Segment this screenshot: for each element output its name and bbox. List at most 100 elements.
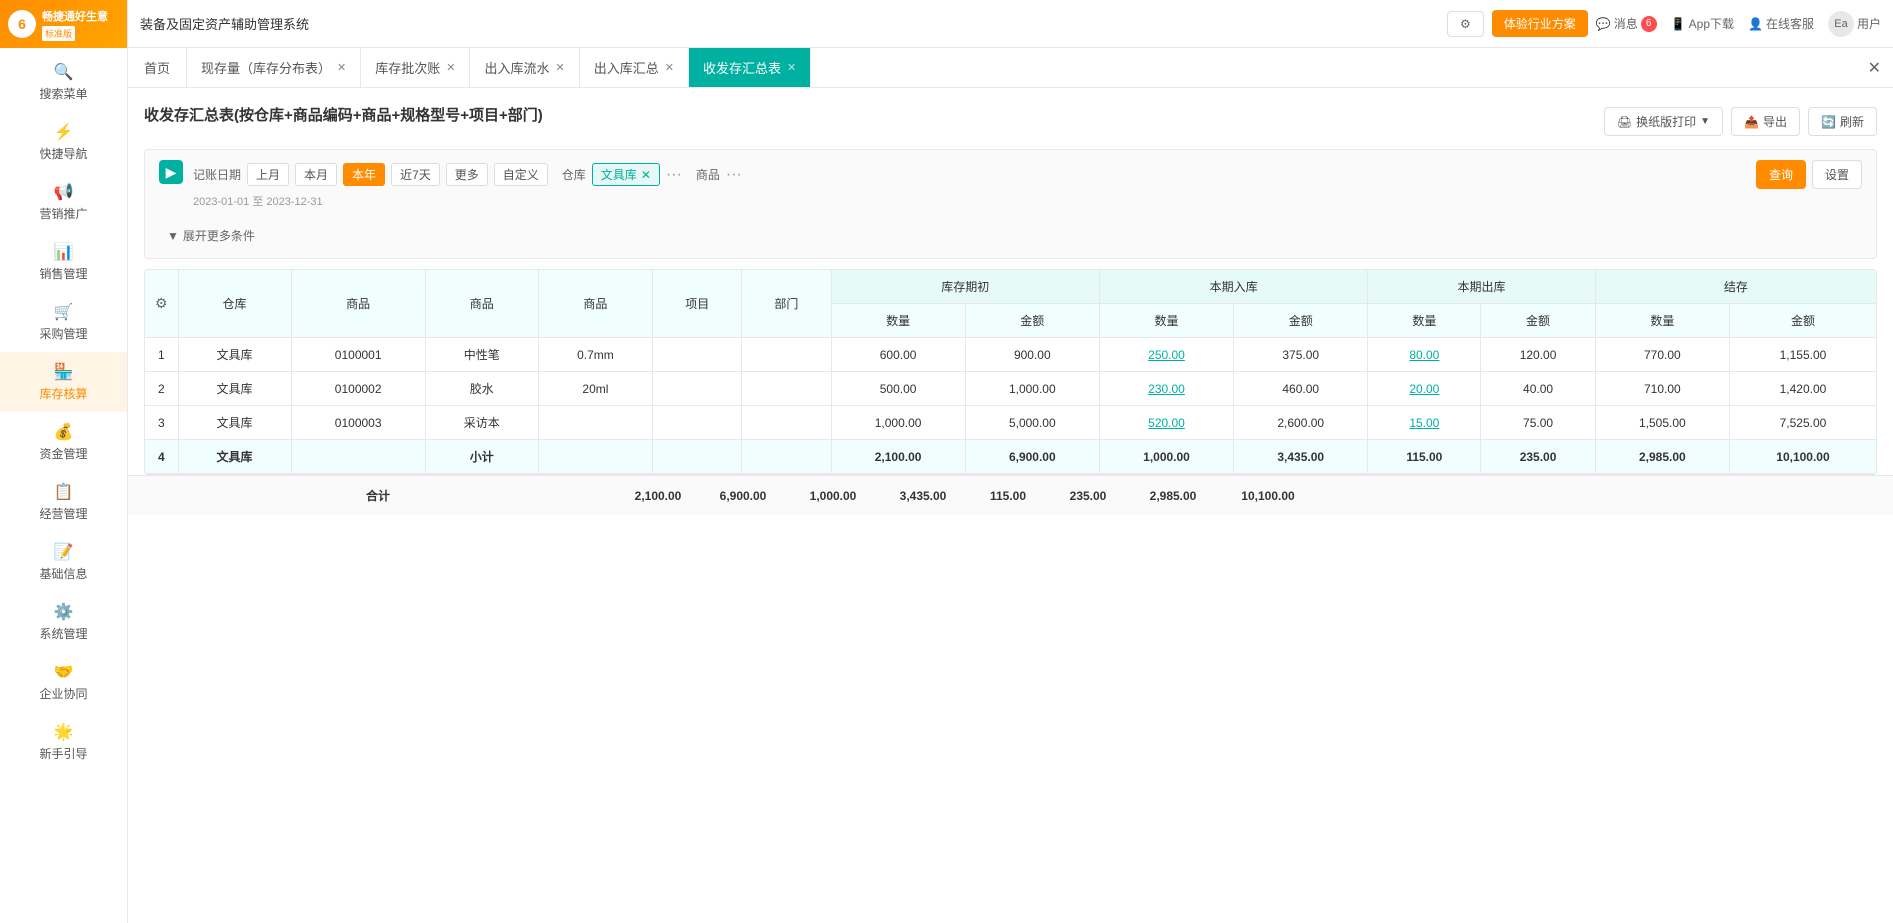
row-in-qty[interactable]: 230.00	[1099, 372, 1233, 406]
close-all-tabs-button[interactable]: ✕	[1856, 58, 1893, 78]
tab-home[interactable]: 首页	[128, 48, 187, 88]
tab-in-out-summary[interactable]: 出入库汇总 ✕	[580, 48, 689, 88]
col-out-amt-header: 金额	[1481, 304, 1595, 338]
print-button[interactable]: 🖨 换纸版打印 ▼	[1604, 107, 1723, 136]
sidebar-item-inventory[interactable]: 🏪 库存核算	[0, 352, 127, 412]
goods-label: 商品	[696, 166, 720, 183]
row-in-qty: 1,000.00	[1099, 440, 1233, 474]
row-out-qty-link[interactable]: 80.00	[1409, 348, 1439, 362]
row-code	[291, 440, 425, 474]
sidebar-item-label: 企业协同	[39, 685, 87, 702]
sidebar-item-guide[interactable]: 🌟 新手引导	[0, 712, 127, 772]
settings-button[interactable]: ⚙	[1447, 11, 1484, 37]
sidebar-item-label: 销售管理	[39, 265, 87, 282]
top-header: 装备及固定资产辅助管理系统 ⚙ 体验行业方案 💬 消息 6 📱 App下载 👤 …	[128, 0, 1893, 48]
expand-more-button[interactable]: ▼ 展开更多条件	[159, 223, 263, 248]
filter-settings-button[interactable]: 设置	[1812, 160, 1862, 189]
goods-ellipsis[interactable]: ···	[726, 166, 742, 184]
enterprise-icon: 🤝	[54, 662, 74, 682]
tab-recv-send-summary[interactable]: 收发存汇总表 ✕	[689, 48, 811, 88]
col-settings-header[interactable]: ⚙	[145, 270, 178, 338]
user-avatar[interactable]: Ea 用户	[1828, 11, 1881, 37]
sidebar-item-label: 营销推广	[39, 205, 87, 222]
export-button[interactable]: 📤 导出	[1731, 107, 1800, 136]
row-closing-amt: 1,420.00	[1729, 372, 1876, 406]
row-out-amt: 75.00	[1481, 406, 1595, 440]
total-opening-qty: 2,100.00	[618, 489, 698, 503]
col-settings-icon[interactable]: ⚙	[155, 295, 168, 311]
query-button[interactable]: 查询	[1756, 160, 1806, 189]
row-warehouse: 文具库	[178, 440, 291, 474]
row-out-qty[interactable]: 80.00	[1368, 338, 1481, 372]
filter-bar: ▶ 记账日期 上月 本月 本年 近7天 更多 自定义	[144, 149, 1877, 259]
row-opening-qty: 2,100.00	[831, 440, 965, 474]
tab-close-in-out-flow[interactable]: ✕	[556, 61, 565, 74]
sidebar-item-marketing[interactable]: 📢 营销推广	[0, 172, 127, 232]
purchase-icon: 🛒	[54, 302, 74, 322]
tab-in-out-flow[interactable]: 出入库流水 ✕	[470, 48, 579, 88]
sidebar-item-search[interactable]: 🔍 搜索菜单	[0, 52, 127, 112]
row-in-qty-link[interactable]: 520.00	[1148, 416, 1185, 430]
finance-icon: 💰	[54, 422, 74, 442]
col-opening-amt-header: 金额	[965, 304, 1099, 338]
page-inner: 收发存汇总表(按仓库+商品编码+商品+规格型号+项目+部门) 🖨 换纸版打印 ▼…	[128, 88, 1893, 475]
filter-expand-button[interactable]: ▶	[159, 160, 183, 184]
row-closing-qty: 710.00	[1595, 372, 1729, 406]
message-button[interactable]: 💬 消息 6	[1596, 15, 1657, 32]
sidebar-item-purchase[interactable]: 🛒 采购管理	[0, 292, 127, 352]
logo-tag: 标准版	[42, 26, 75, 41]
row-code: 0100001	[291, 338, 425, 372]
row-closing-amt: 10,100.00	[1729, 440, 1876, 474]
basic-info-icon: 📝	[54, 542, 74, 562]
row-out-qty[interactable]: 20.00	[1368, 372, 1481, 406]
sidebar: 6 畅捷通好生意 标准版 🔍 搜索菜单 ⚡ 快捷导航 📢 营销推广 📊 销售管理…	[0, 0, 128, 923]
date-prev-month-btn[interactable]: 上月	[247, 163, 289, 186]
trial-button[interactable]: 体验行业方案	[1492, 10, 1588, 37]
data-table: ⚙ 仓库 商品 商品 商品 项目 部门 库存期初 本期入库 本期出库 结存	[145, 270, 1876, 474]
chevron-down-icon: ▼	[1700, 116, 1710, 127]
tab-inventory-dist[interactable]: 现存量（库存分布表） ✕	[187, 48, 361, 88]
tab-close-batch-ledger[interactable]: ✕	[446, 61, 455, 74]
sidebar-item-enterprise[interactable]: 🤝 企业协同	[0, 652, 127, 712]
warehouse-filter: 仓库 文具库 ✕ ···	[562, 163, 682, 186]
row-out-qty[interactable]: 15.00	[1368, 406, 1481, 440]
tab-close-in-out-summary[interactable]: ✕	[665, 61, 674, 74]
row-in-qty-link[interactable]: 250.00	[1148, 348, 1185, 362]
app-download-button[interactable]: 📱 App下载	[1671, 15, 1734, 32]
row-in-qty[interactable]: 520.00	[1099, 406, 1233, 440]
warehouse-tag[interactable]: 文具库 ✕	[592, 163, 660, 186]
warehouse-tag-remove[interactable]: ✕	[641, 168, 651, 182]
quick-nav-icon: ⚡	[54, 122, 74, 142]
sidebar-item-quick-nav[interactable]: ⚡ 快捷导航	[0, 112, 127, 172]
date-current-year-btn[interactable]: 本年	[343, 163, 385, 186]
row-spec	[538, 406, 652, 440]
sidebar-item-finance[interactable]: 💰 资金管理	[0, 412, 127, 472]
refresh-button[interactable]: 🔄 刷新	[1808, 107, 1877, 136]
row-in-qty-link[interactable]: 230.00	[1148, 382, 1185, 396]
row-code: 0100003	[291, 406, 425, 440]
sidebar-item-operation[interactable]: 📋 经营管理	[0, 472, 127, 532]
marketing-icon: 📢	[54, 182, 74, 202]
tab-close-inventory-dist[interactable]: ✕	[337, 61, 346, 74]
date-current-month-btn[interactable]: 本月	[295, 163, 337, 186]
row-goods: 中性笔	[425, 338, 538, 372]
row-in-qty[interactable]: 250.00	[1099, 338, 1233, 372]
sidebar-item-label: 库存核算	[39, 385, 87, 402]
online-service-button[interactable]: 👤 在线客服	[1748, 15, 1814, 32]
date-last7-btn[interactable]: 近7天	[391, 163, 440, 186]
row-out-qty-link[interactable]: 20.00	[1409, 382, 1439, 396]
sidebar-item-system[interactable]: ⚙️ 系统管理	[0, 592, 127, 652]
row-project	[653, 440, 742, 474]
date-more-btn[interactable]: 更多	[446, 163, 488, 186]
total-in-amt: 3,435.00	[878, 489, 968, 503]
tab-batch-ledger[interactable]: 库存批次账 ✕	[361, 48, 470, 88]
sidebar-item-sales[interactable]: 📊 销售管理	[0, 232, 127, 292]
tab-close-recv-send-summary[interactable]: ✕	[787, 61, 796, 74]
app-title: 装备及固定资产辅助管理系统	[140, 14, 1439, 33]
warehouse-ellipsis[interactable]: ···	[666, 166, 682, 184]
row-out-qty-link[interactable]: 15.00	[1409, 416, 1439, 430]
logo-icon: 6	[8, 10, 36, 38]
sidebar-item-label: 基础信息	[39, 565, 87, 582]
sidebar-item-basic-info[interactable]: 📝 基础信息	[0, 532, 127, 592]
date-custom-btn[interactable]: 自定义	[494, 163, 548, 186]
